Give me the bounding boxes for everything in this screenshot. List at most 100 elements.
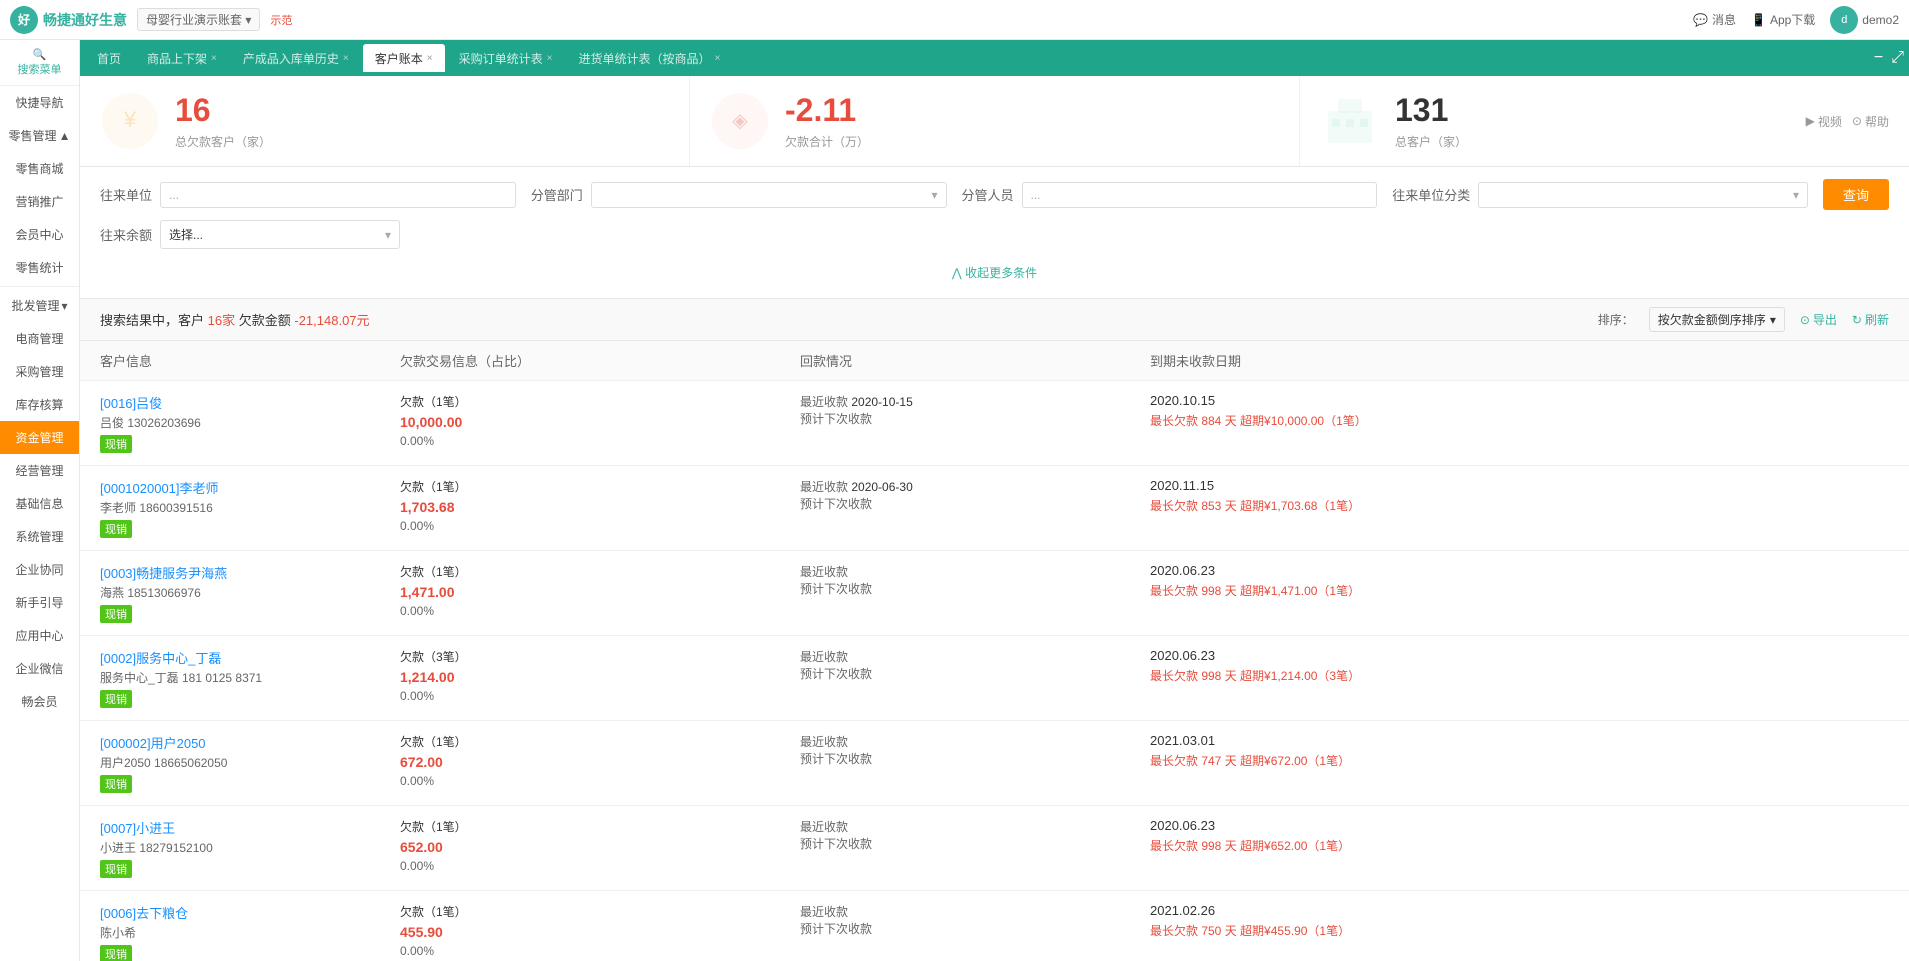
- sidebar-item-search[interactable]: 🔍 搜索菜单: [0, 40, 79, 86]
- tab-customer-account[interactable]: 客户账本 ×: [363, 44, 445, 72]
- customer-tag-5: 现销: [100, 860, 132, 878]
- user-menu[interactable]: d demo2: [1830, 6, 1899, 34]
- sidebar-item-enterprise-wechat[interactable]: 企业微信: [0, 652, 79, 685]
- balance-select[interactable]: 选择... ▾: [160, 220, 400, 249]
- source-unit-input[interactable]: ...: [160, 182, 516, 208]
- tab-close-purchase-order[interactable]: ×: [547, 53, 553, 64]
- tab-close-product-history[interactable]: ×: [343, 53, 349, 64]
- sidebar-item-operations[interactable]: 经营管理: [0, 454, 79, 487]
- customer-name-1[interactable]: [0001020001]李老师: [100, 478, 400, 497]
- sidebar-item-new-guide[interactable]: 新手引导: [0, 586, 79, 619]
- video-btn[interactable]: ▶ 视频: [1806, 113, 1842, 130]
- sort-select[interactable]: 按欠款金额倒序排序 ▾: [1649, 307, 1785, 332]
- filter-source-unit-label: 往来单位: [100, 185, 152, 204]
- recovery-next-6: 预计下次收款: [800, 920, 1150, 937]
- tab-close-customer-account[interactable]: ×: [427, 53, 433, 64]
- sidebar-item-quick-nav[interactable]: 快捷导航: [0, 86, 79, 119]
- table-row: [0006]去下粮仓 陈小希 现销 欠款（1笔） 455.90 0.00% 最近…: [80, 891, 1909, 961]
- search-button[interactable]: 查询: [1823, 179, 1889, 210]
- customer-name-3[interactable]: [0002]服务中心_丁磊: [100, 648, 400, 667]
- tab-close-product-off[interactable]: ×: [211, 53, 217, 64]
- overdue-link-2[interactable]: 超期¥1,471.00（1笔）: [1240, 584, 1360, 598]
- sidebar-item-batch-mgmt[interactable]: 批发管理 ▾: [0, 289, 79, 322]
- customer-phone-1: 李老师 18600391516: [100, 499, 400, 516]
- recovery-info-6: 最近收款: [800, 903, 1150, 920]
- sidebar-item-retail-store[interactable]: 零售商城: [0, 152, 79, 185]
- customer-phone-5: 小进王 18279152100: [100, 839, 400, 856]
- overdue-link-0[interactable]: 超期¥10,000.00（1笔）: [1240, 414, 1367, 428]
- sidebar-item-retail-stats[interactable]: 零售统计: [0, 251, 79, 284]
- tab-product-history[interactable]: 产成品入库单历史 ×: [231, 44, 361, 72]
- sidebar-item-basic-info[interactable]: 基础信息: [0, 487, 79, 520]
- filter-balance: 往来余额 选择... ▾: [100, 220, 400, 249]
- tab-product-off[interactable]: 商品上下架 ×: [135, 44, 229, 72]
- sidebar-item-member[interactable]: 会员中心: [0, 218, 79, 251]
- tab-minimize-btn[interactable]: −: [1874, 49, 1883, 67]
- overdue-link-6[interactable]: 超期¥455.90（1笔）: [1240, 924, 1350, 938]
- debt-percent-0: 0.00%: [400, 434, 800, 448]
- sidebar-item-app-center[interactable]: 应用中心: [0, 619, 79, 652]
- tab-bar-actions: − ⤢: [1874, 49, 1904, 67]
- sidebar-item-chang-member[interactable]: 畅会员: [0, 685, 79, 718]
- department-select[interactable]: ▾: [591, 182, 947, 208]
- sidebar-item-system[interactable]: 系统管理: [0, 520, 79, 553]
- user-avatar: d: [1830, 6, 1858, 34]
- recovery-cell-2: 最近收款 预计下次收款: [800, 563, 1150, 597]
- customer-tag-6: 现销: [100, 945, 132, 961]
- overdue-date-2: 2020.06.23: [1150, 563, 1889, 578]
- table-header: 客户信息 欠款交易信息（占比） 回款情况 到期未收款日期: [80, 341, 1909, 381]
- demo-label[interactable]: 示范: [270, 12, 292, 28]
- overdue-link-5[interactable]: 超期¥652.00（1笔）: [1240, 839, 1350, 853]
- balance-arrow-icon: ▾: [385, 228, 391, 242]
- sidebar-item-inventory[interactable]: 库存核算: [0, 388, 79, 421]
- overdue-link-4[interactable]: 超期¥672.00（1笔）: [1240, 754, 1350, 768]
- recovery-next-4: 预计下次收款: [800, 750, 1150, 767]
- customer-name-2[interactable]: [0003]畅捷服务尹海燕: [100, 563, 400, 582]
- tab-purchase-order[interactable]: 采购订单统计表 ×: [447, 44, 565, 72]
- debt-count-3: 欠款（3笔）: [400, 648, 800, 665]
- results-actions: 排序： 按欠款金额倒序排序 ▾ ⊙ 导出 ↻ 刷新: [1598, 307, 1889, 332]
- customer-name-0[interactable]: [0016]吕俊: [100, 393, 400, 412]
- customer-name-4[interactable]: [000002]用户2050: [100, 733, 400, 752]
- debt-cell-2: 欠款（1笔） 1,471.00 0.00%: [400, 563, 800, 618]
- summary-label-2: 欠款合计（万）: [785, 133, 869, 150]
- app-icon: 📱: [1751, 13, 1766, 27]
- debt-percent-3: 0.00%: [400, 689, 800, 703]
- tab-maximize-btn[interactable]: ⤢: [1891, 49, 1904, 67]
- debt-percent-4: 0.00%: [400, 774, 800, 788]
- sort-label: 排序：: [1598, 311, 1634, 328]
- overdue-days-6: 最长欠款 750 天 超期¥455.90（1笔）: [1150, 922, 1889, 939]
- sidebar-item-purchase-mgmt[interactable]: 采购管理: [0, 355, 79, 388]
- filter-balance-label: 往来余额: [100, 225, 152, 244]
- unit-category-select[interactable]: ▾: [1478, 182, 1808, 208]
- tab-home[interactable]: 首页: [85, 44, 133, 72]
- recovery-cell-1: 最近收款 2020-06-30 预计下次收款: [800, 478, 1150, 512]
- tab-instock-stats[interactable]: 进货单统计表（按商品） ×: [566, 44, 732, 72]
- sidebar-item-ecommerce[interactable]: 电商管理: [0, 322, 79, 355]
- customer-name-5[interactable]: [0007]小进王: [100, 818, 400, 837]
- table-row: [0001020001]李老师 李老师 18600391516 现销 欠款（1笔…: [80, 466, 1909, 551]
- overdue-link-3[interactable]: 超期¥1,214.00（3笔）: [1240, 669, 1360, 683]
- debt-amount-0: 10,000.00: [400, 414, 800, 430]
- refresh-btn[interactable]: ↻ 刷新: [1852, 311, 1889, 328]
- filter-manager: 分管人员 ...: [962, 182, 1378, 208]
- filter-source-unit: 往来单位 ...: [100, 182, 516, 208]
- export-btn[interactable]: ⊙ 导出: [1800, 311, 1837, 328]
- sidebar-item-enterprise-coop[interactable]: 企业协同: [0, 553, 79, 586]
- recovery-next-1: 预计下次收款: [800, 495, 1150, 512]
- store-selector[interactable]: 母婴行业演示账套 ▾: [137, 8, 260, 31]
- sidebar-item-retail-mgmt[interactable]: 零售管理 ▲: [0, 119, 79, 152]
- debt-count-0: 欠款（1笔）: [400, 393, 800, 410]
- sidebar-item-marketing[interactable]: 营销推广: [0, 185, 79, 218]
- collapse-filters-btn[interactable]: ⋀ 收起更多条件: [100, 259, 1889, 286]
- manager-input[interactable]: ...: [1022, 182, 1378, 208]
- app-download-btn[interactable]: 📱 App下载: [1751, 11, 1815, 28]
- help-btn[interactable]: ⊙ 帮助: [1852, 113, 1889, 130]
- debt-percent-5: 0.00%: [400, 859, 800, 873]
- tab-bar: 首页 商品上下架 × 产成品入库单历史 × 客户账本 × 采购订单统计表 × 进…: [80, 40, 1909, 76]
- tab-close-instock-stats[interactable]: ×: [714, 53, 720, 64]
- message-btn[interactable]: 💬 消息: [1693, 11, 1736, 28]
- overdue-link-1[interactable]: 超期¥1,703.68（1笔）: [1240, 499, 1360, 513]
- customer-name-6[interactable]: [0006]去下粮仓: [100, 903, 400, 922]
- sidebar-item-finance[interactable]: 资金管理: [0, 421, 79, 454]
